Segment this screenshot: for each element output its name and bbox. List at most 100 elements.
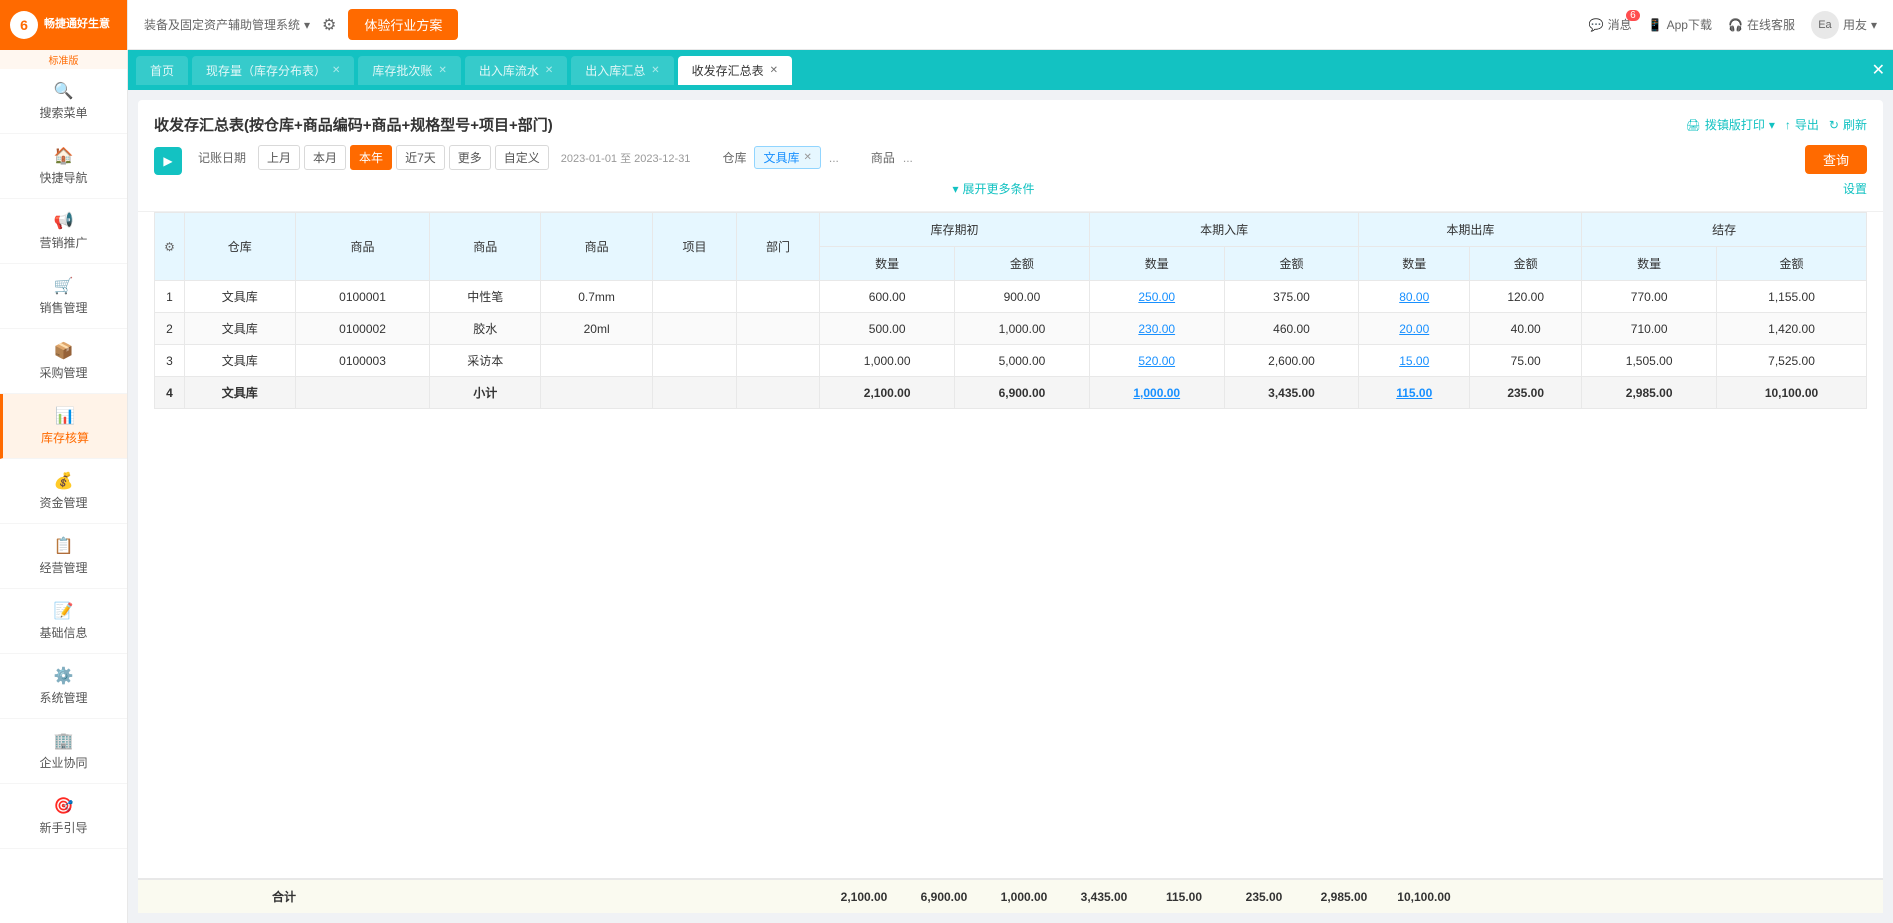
refresh-icon: ↻ [1829,118,1839,132]
tab-close-recv-send[interactable]: ✕ [770,65,778,76]
table-row: 2文具库0100002胶水20ml500.001,000.00230.00460… [155,313,1867,345]
cell-balance-amt: 7,525.00 [1717,345,1867,377]
cell-opening-amt: 6,900.00 [955,377,1090,409]
cell-in-qty[interactable]: 250.00 [1089,281,1224,313]
online-service-label: 在线客服 [1747,16,1795,33]
user-dropdown-icon: ▾ [1871,18,1877,32]
headset-icon: 🎧 [1728,18,1743,32]
cell-goods-spec: 20ml [541,313,653,345]
cell-opening-amt: 1,000.00 [955,313,1090,345]
expand-icon: ▾ [952,182,958,196]
cell-out-qty[interactable]: 115.00 [1359,377,1470,409]
sidebar-item-finance[interactable]: 💰资金管理 [0,459,127,524]
tab-inout-flow[interactable]: 出入库流水✕ [465,56,567,85]
message-item[interactable]: 💬 消息 6 [1589,16,1632,33]
goods-more-button[interactable]: ... [903,151,913,165]
filter-settings-button[interactable]: 设置 [1843,180,1867,197]
date-btn-custom[interactable]: 自定义 [495,145,549,170]
filter-toggle-button[interactable]: ▶ [154,147,182,175]
warehouse-more-button[interactable]: ... [829,151,839,165]
expand-more-button[interactable]: ▾ 展开更多条件 [198,176,1789,201]
table-row: 4文具库小计2,100.006,900.001,000.003,435.0011… [155,377,1867,409]
cell-in-qty[interactable]: 520.00 [1089,345,1224,377]
tab-close-batch[interactable]: ✕ [438,65,446,76]
tab-label-batch: 库存批次账 [372,62,432,79]
th-opening-qty: 数量 [820,247,955,281]
th-opening-amt: 金额 [955,247,1090,281]
sidebar-item-search[interactable]: 🔍搜索菜单 [0,69,127,134]
sidebar-item-sales[interactable]: 🛒销售管理 [0,264,127,329]
tab-recv-send[interactable]: 收发存汇总表✕ [678,56,792,85]
cell-goods-spec [541,345,653,377]
tab-close-inout-flow[interactable]: ✕ [545,65,553,76]
sidebar-item-guide[interactable]: 🎯新手引导 [0,784,127,849]
tab-inout-summary[interactable]: 出入库汇总✕ [571,56,673,85]
tab-close-stock-dist[interactable]: ✕ [332,65,340,76]
content-area: 收发存汇总表(按仓库+商品编码+商品+规格型号+项目+部门) 🖨 拨镇版打印 ▾… [128,90,1893,923]
cell-opening-qty: 600.00 [820,281,955,313]
online-service-item[interactable]: 🎧 在线客服 [1728,16,1795,33]
sidebar-item-marketing[interactable]: 📢营销推广 [0,199,127,264]
app-download-icon: 📱 [1648,18,1663,32]
cell-opening-amt: 5,000.00 [955,345,1090,377]
nav-icon-operation: 📋 [54,536,74,556]
tab-batch[interactable]: 库存批次账 ✕ [358,56,460,85]
column-settings-icon[interactable]: ⚙ [164,240,175,254]
cell-project [653,377,737,409]
tab-label-stock-dist: 现存量（库存分布表） [206,62,326,79]
sidebar-item-operation[interactable]: 📋经营管理 [0,524,127,589]
query-button[interactable]: 查询 [1805,145,1867,174]
nav-icon-enterprise: 🏢 [54,731,74,751]
cell-balance-amt: 1,155.00 [1717,281,1867,313]
date-btn-this-month[interactable]: 本月 [304,145,346,170]
settings-gear-icon[interactable]: ⚙ [322,15,336,35]
cell-out-qty[interactable]: 15.00 [1359,345,1470,377]
footer-out-amt: 235.00 [1224,890,1304,904]
sidebar-item-inventory[interactable]: 📊库存核算 [0,394,127,459]
th-balance-group: 结存 [1582,213,1867,247]
app-download-item[interactable]: 📱 App下载 [1648,16,1712,33]
tab-stock-dist[interactable]: 现存量（库存分布表） ✕ [192,56,354,85]
header-right: 💬 消息 6 📱 App下载 🎧 在线客服 Ea 用友 ▾ [1589,11,1877,39]
tab-home[interactable]: 首页 [136,56,188,85]
system-title-dropdown[interactable]: 装备及固定资产辅助管理系统 ▾ [144,16,310,33]
cell-balance-qty: 770.00 [1582,281,1717,313]
refresh-button[interactable]: ↻ 刷新 [1829,116,1867,133]
table-container: ⚙ 仓库 商品 商品 商品 项目 部门 库存期初 本期入库 本期出库 结存 [138,212,1883,878]
cell-out-qty[interactable]: 20.00 [1359,313,1470,345]
cell-out-qty[interactable]: 80.00 [1359,281,1470,313]
cell-no: 4 [155,377,185,409]
nav-icon-guide: 🎯 [54,796,74,816]
cell-balance-amt: 10,100.00 [1717,377,1867,409]
export-button[interactable]: ↑ 导出 [1785,116,1819,133]
cell-in-qty[interactable]: 1,000.00 [1089,377,1224,409]
tab-close-inout-summary[interactable]: ✕ [651,65,659,76]
sidebar-item-basic[interactable]: 📝基础信息 [0,589,127,654]
sidebar-item-system[interactable]: ⚙️系统管理 [0,654,127,719]
tab-bar-close-button[interactable]: ✕ [1872,60,1885,80]
print-button[interactable]: 🖨 拨镇版打印 ▾ [1686,116,1775,133]
date-btn-this-year[interactable]: 本年 [350,145,392,170]
tab-label-home: 首页 [150,62,174,79]
warehouse-tag-close[interactable]: ✕ [803,152,811,163]
sidebar-item-quick-nav[interactable]: 🏠快捷导航 [0,134,127,199]
nav-icon-basic: 📝 [54,601,74,621]
date-btn-last-month[interactable]: 上月 [258,145,300,170]
cell-no: 1 [155,281,185,313]
date-btn-7days[interactable]: 近7天 [396,145,445,170]
date-btn-more[interactable]: 更多 [449,145,491,170]
sidebar-item-enterprise[interactable]: 🏢企业协同 [0,719,127,784]
logo-text: 畅捷通好生意 [44,17,110,32]
cell-in-qty[interactable]: 230.00 [1089,313,1224,345]
cell-goods-code [295,377,430,409]
user-item[interactable]: Ea 用友 ▾ [1811,11,1877,39]
cell-dept [736,377,820,409]
cell-project [653,345,737,377]
sidebar-nav: 🔍搜索菜单🏠快捷导航📢营销推广🛒销售管理📦采购管理📊库存核算💰资金管理📋经营管理… [0,69,127,923]
th-out-qty: 数量 [1359,247,1470,281]
sidebar-item-purchase[interactable]: 📦采购管理 [0,329,127,394]
header-left: 装备及固定资产辅助管理系统 ▾ ⚙ 体验行业方案 [144,9,458,40]
th-opening-group: 库存期初 [820,213,1090,247]
th-out-amt: 金额 [1470,247,1582,281]
experience-button[interactable]: 体验行业方案 [348,9,458,40]
